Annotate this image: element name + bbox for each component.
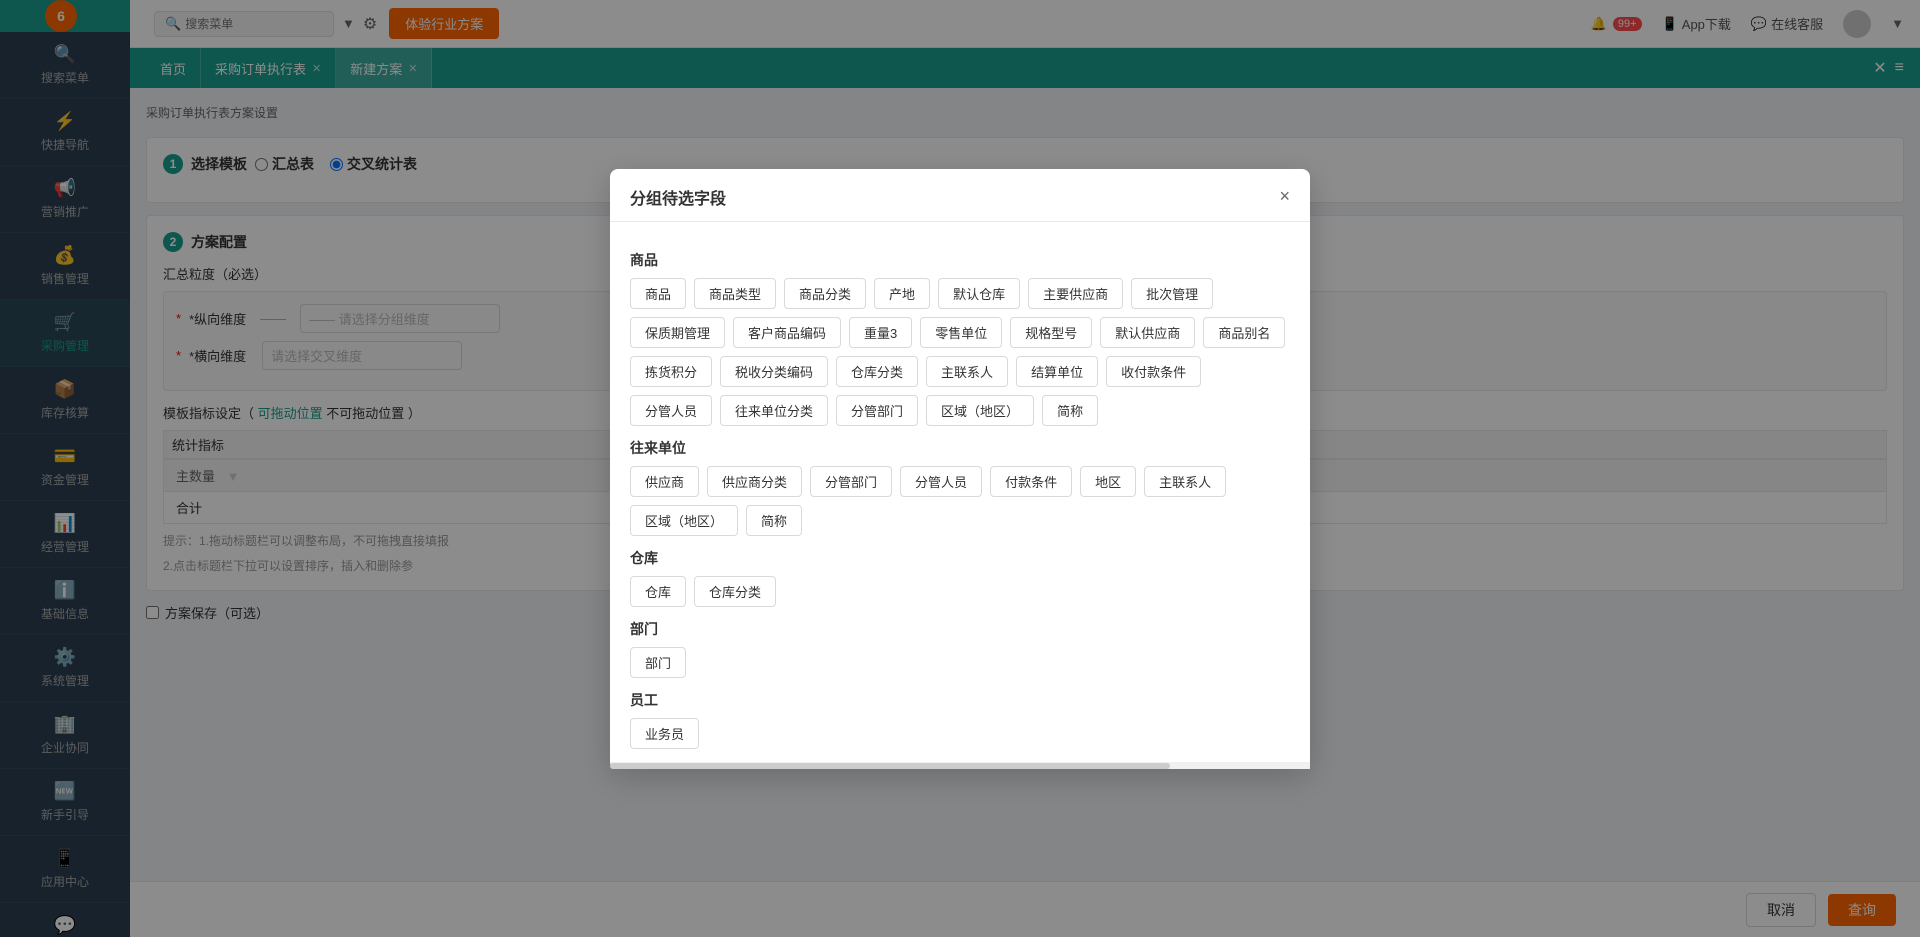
- field-tag-0-19[interactable]: 收付款条件: [1106, 356, 1201, 387]
- field-tag-0-9[interactable]: 重量3: [849, 317, 912, 348]
- field-section-title-0: 商品: [630, 250, 1290, 270]
- field-tag-0-20[interactable]: 分管人员: [630, 395, 712, 426]
- field-group-2: 仓库仓库分类: [630, 576, 1290, 607]
- modal-horizontal-scrollbar[interactable]: [610, 762, 1310, 769]
- field-group-3: 部门: [630, 647, 1290, 678]
- field-tag-0-0[interactable]: 商品: [630, 278, 686, 309]
- field-group-0: 商品商品类型商品分类产地默认仓库主要供应商批次管理保质期管理客户商品编码重量3 零…: [630, 278, 1290, 426]
- modal-body: 商品商品商品类型商品分类产地默认仓库主要供应商批次管理保质期管理客户商品编码重量…: [610, 222, 1310, 762]
- modal-title: 分组待选字段: [630, 185, 726, 209]
- field-tag-1-3[interactable]: 分管人员: [900, 466, 982, 497]
- field-tag-0-8[interactable]: 客户商品编码: [733, 317, 841, 348]
- field-tag-0-14[interactable]: 拣货积分: [630, 356, 712, 387]
- field-tag-0-16[interactable]: 仓库分类: [836, 356, 918, 387]
- field-tag-1-0[interactable]: 供应商: [630, 466, 699, 497]
- modal: 分组待选字段 × 商品商品商品类型商品分类产地默认仓库主要供应商批次管理保质期管…: [610, 169, 1310, 769]
- field-section-title-2: 仓库: [630, 548, 1290, 568]
- field-group-1: 供应商供应商分类分管部门分管人员付款条件地区主联系人区域（地区） 简称: [630, 466, 1290, 536]
- field-tag-0-24[interactable]: 简称: [1042, 395, 1098, 426]
- field-tag-1-6[interactable]: 主联系人: [1144, 466, 1226, 497]
- field-tag-2-0[interactable]: 仓库: [630, 576, 686, 607]
- field-tag-0-18[interactable]: 结算单位: [1016, 356, 1098, 387]
- field-tag-0-21[interactable]: 往来单位分类: [720, 395, 828, 426]
- modal-header: 分组待选字段 ×: [610, 169, 1310, 222]
- field-tag-1-2[interactable]: 分管部门: [810, 466, 892, 497]
- field-tag-1-1[interactable]: 供应商分类: [707, 466, 802, 497]
- field-tag-1-7[interactable]: 区域（地区）: [630, 505, 738, 536]
- field-tag-1-5[interactable]: 地区: [1080, 466, 1136, 497]
- field-tag-0-22[interactable]: 分管部门: [836, 395, 918, 426]
- field-tag-1-4[interactable]: 付款条件: [990, 466, 1072, 497]
- field-tag-0-10[interactable]: 零售单位: [920, 317, 1002, 348]
- field-tag-2-1[interactable]: 仓库分类: [694, 576, 776, 607]
- modal-close-button[interactable]: ×: [1279, 186, 1290, 207]
- field-tag-0-1[interactable]: 商品类型: [694, 278, 776, 309]
- field-tag-0-11[interactable]: 规格型号: [1010, 317, 1092, 348]
- field-tag-1-8[interactable]: 简称: [746, 505, 802, 536]
- field-tag-0-4[interactable]: 默认仓库: [938, 278, 1020, 309]
- field-tag-0-23[interactable]: 区域（地区）: [926, 395, 1034, 426]
- field-tag-0-6[interactable]: 批次管理: [1131, 278, 1213, 309]
- field-tag-3-0[interactable]: 部门: [630, 647, 686, 678]
- field-section-title-1: 往来单位: [630, 438, 1290, 458]
- field-tag-4-0[interactable]: 业务员: [630, 718, 699, 749]
- field-tag-0-7[interactable]: 保质期管理: [630, 317, 725, 348]
- field-tag-0-17[interactable]: 主联系人: [926, 356, 1008, 387]
- modal-scrollbar-thumb: [610, 763, 1170, 769]
- field-tag-0-13[interactable]: 商品别名: [1203, 317, 1285, 348]
- field-tag-0-3[interactable]: 产地: [874, 278, 930, 309]
- field-section-title-4: 员工: [630, 690, 1290, 710]
- field-tag-0-15[interactable]: 税收分类编码: [720, 356, 828, 387]
- field-group-4: 业务员: [630, 718, 1290, 749]
- field-tag-0-12[interactable]: 默认供应商: [1100, 317, 1195, 348]
- field-tag-0-5[interactable]: 主要供应商: [1028, 278, 1123, 309]
- field-section-title-3: 部门: [630, 619, 1290, 639]
- field-tag-0-2[interactable]: 商品分类: [784, 278, 866, 309]
- modal-overlay: 分组待选字段 × 商品商品商品类型商品分类产地默认仓库主要供应商批次管理保质期管…: [0, 0, 1920, 937]
